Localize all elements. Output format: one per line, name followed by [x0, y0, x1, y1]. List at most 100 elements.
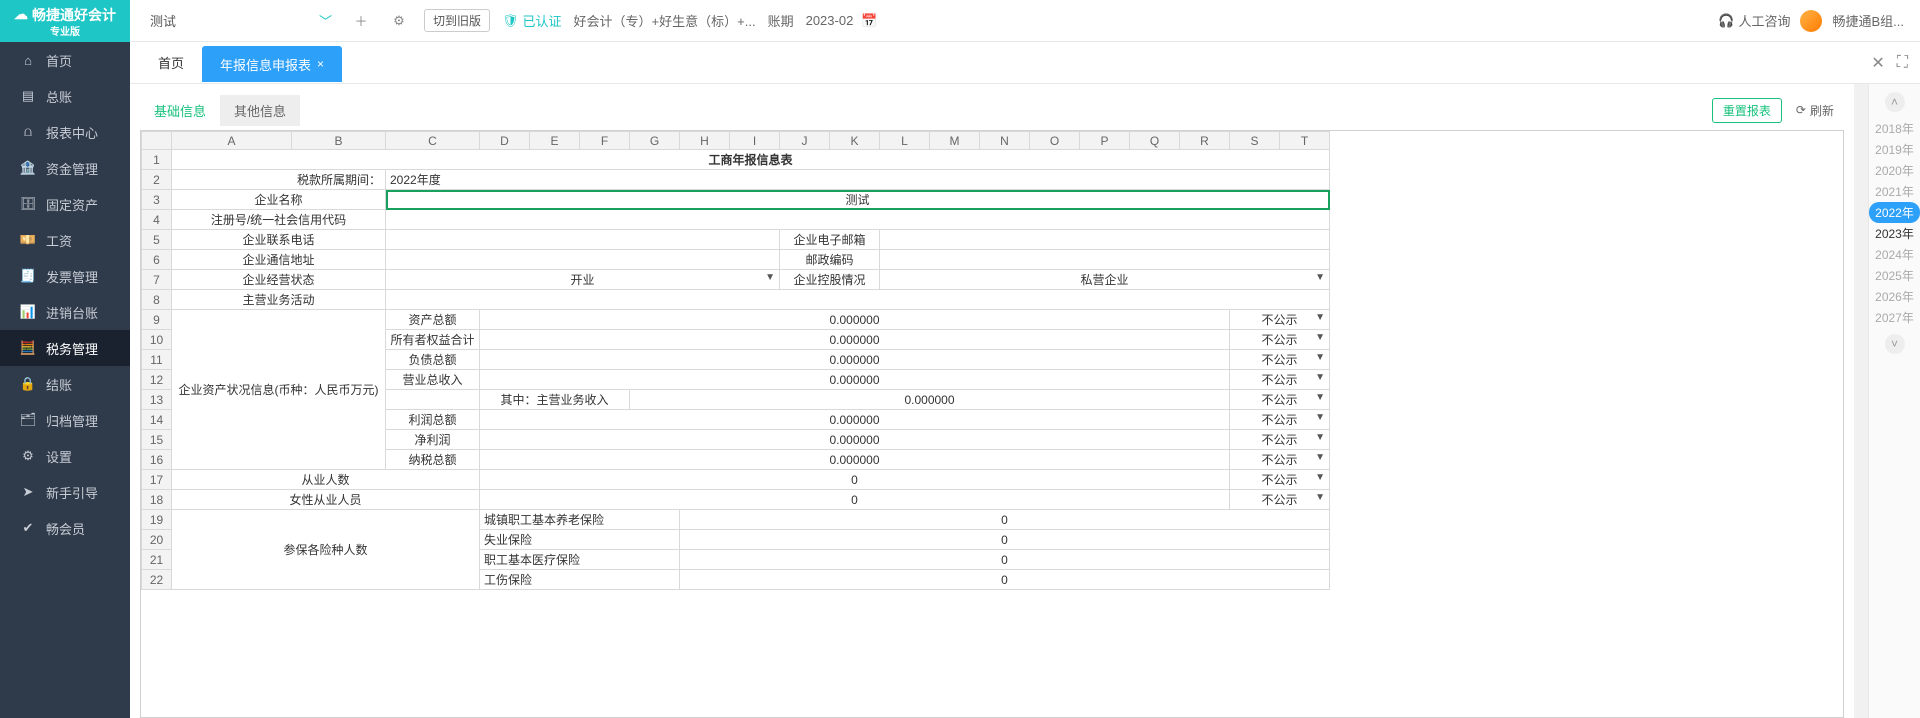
year-option[interactable]: 2023年 — [1869, 223, 1920, 244]
company-select[interactable]: 测试 ﹀ — [146, 7, 336, 35]
col-header[interactable]: L — [880, 132, 930, 150]
value-insurance[interactable]: 0 — [680, 510, 1330, 530]
input-email[interactable] — [880, 230, 1330, 250]
row-header[interactable]: 6 — [142, 250, 172, 270]
year-option[interactable]: 2026年 — [1869, 286, 1920, 307]
value-insurance[interactable]: 0 — [680, 570, 1330, 590]
row-header[interactable]: 9 — [142, 310, 172, 330]
row-header[interactable]: 1 — [142, 150, 172, 170]
input-company-name[interactable]: 测试 — [386, 190, 1330, 210]
corner-cell[interactable] — [142, 132, 172, 150]
value-asset[interactable]: 0.000000 — [480, 310, 1230, 330]
row-header[interactable]: 21 — [142, 550, 172, 570]
select-status[interactable]: 开业▼ — [386, 270, 780, 290]
row-header[interactable]: 17 — [142, 470, 172, 490]
nav-item-7[interactable]: 📊进销台账 — [0, 294, 130, 330]
row-header[interactable]: 16 — [142, 450, 172, 470]
row-header[interactable]: 10 — [142, 330, 172, 350]
select-disclosure[interactable]: 不公示▼ — [1230, 430, 1330, 450]
value-female-emp[interactable]: 0 — [480, 490, 1230, 510]
row-header[interactable]: 11 — [142, 350, 172, 370]
nav-item-11[interactable]: ⚙设置 — [0, 438, 130, 474]
select-disclosure[interactable]: 不公示▼ — [1230, 310, 1330, 330]
nav-item-13[interactable]: ✔畅会员 — [0, 510, 130, 546]
col-header[interactable]: P — [1080, 132, 1130, 150]
nav-item-9[interactable]: 🔒结账 — [0, 366, 130, 402]
nav-item-2[interactable]: ⩍报表中心 — [0, 114, 130, 150]
refresh-button[interactable]: ⟳ 刷新 — [1796, 102, 1834, 119]
row-header[interactable]: 14 — [142, 410, 172, 430]
add-company-button[interactable]: ＋ — [348, 8, 374, 34]
input-postcode[interactable] — [880, 250, 1330, 270]
year-option[interactable]: 2020年 — [1869, 160, 1920, 181]
reset-report-button[interactable]: 重置报表 — [1712, 98, 1782, 123]
row-header[interactable]: 19 — [142, 510, 172, 530]
row-header[interactable]: 2 — [142, 170, 172, 190]
spreadsheet[interactable]: ABCDEFGHIJKLMNOPQRST 1工商年报信息表2税款所属期间：202… — [140, 130, 1844, 718]
select-disclosure[interactable]: 不公示▼ — [1230, 490, 1330, 510]
scrollbar-vertical[interactable] — [1854, 84, 1868, 718]
year-option[interactable]: 2019年 — [1869, 139, 1920, 160]
nav-item-4[interactable]: 🗄固定资产 — [0, 186, 130, 222]
value-asset[interactable]: 0.000000 — [480, 330, 1230, 350]
select-disclosure[interactable]: 不公示▼ — [1230, 470, 1330, 490]
row-header[interactable]: 22 — [142, 570, 172, 590]
year-down-button[interactable]: ˅ — [1885, 334, 1905, 354]
subtab-other[interactable]: 其他信息 — [220, 95, 300, 126]
col-header[interactable]: K — [830, 132, 880, 150]
nav-item-8[interactable]: 🧮税务管理 — [0, 330, 130, 366]
value-insurance[interactable]: 0 — [680, 530, 1330, 550]
col-header[interactable]: T — [1280, 132, 1330, 150]
row-header[interactable]: 18 — [142, 490, 172, 510]
col-header[interactable]: E — [530, 132, 580, 150]
period-value[interactable]: 2023-02 📅 — [806, 13, 878, 29]
col-header[interactable]: M — [930, 132, 980, 150]
col-header[interactable]: R — [1180, 132, 1230, 150]
tab-annual-report[interactable]: 年报信息申报表 × — [202, 46, 342, 82]
settings-button[interactable]: ⚙ — [386, 8, 412, 34]
nav-item-0[interactable]: ⌂首页 — [0, 42, 130, 78]
close-all-button[interactable]: ✕ — [1871, 53, 1884, 73]
select-disclosure[interactable]: 不公示▼ — [1230, 350, 1330, 370]
switch-old-button[interactable]: 切到旧版 — [424, 9, 490, 32]
nav-item-1[interactable]: ▤总账 — [0, 78, 130, 114]
col-header[interactable]: F — [580, 132, 630, 150]
value-asset[interactable]: 0.000000 — [480, 350, 1230, 370]
row-header[interactable]: 5 — [142, 230, 172, 250]
year-option[interactable]: 2027年 — [1869, 307, 1920, 328]
row-header[interactable]: 8 — [142, 290, 172, 310]
value-asset[interactable]: 0.000000 — [480, 430, 1230, 450]
year-option[interactable]: 2018年 — [1869, 118, 1920, 139]
value-employees[interactable]: 0 — [480, 470, 1230, 490]
row-header[interactable]: 7 — [142, 270, 172, 290]
col-header[interactable]: I — [730, 132, 780, 150]
select-disclosure[interactable]: 不公示▼ — [1230, 330, 1330, 350]
row-header[interactable]: 4 — [142, 210, 172, 230]
nav-item-12[interactable]: ➤新手引导 — [0, 474, 130, 510]
nav-item-6[interactable]: 🧾发票管理 — [0, 258, 130, 294]
col-header[interactable]: O — [1030, 132, 1080, 150]
user-name[interactable]: 畅捷通B组... — [1832, 11, 1904, 30]
value-asset[interactable]: 0.000000 — [480, 410, 1230, 430]
col-header[interactable]: S — [1230, 132, 1280, 150]
select-holding[interactable]: 私营企业▼ — [880, 270, 1330, 290]
nav-item-5[interactable]: 💴工资 — [0, 222, 130, 258]
select-disclosure[interactable]: 不公示▼ — [1230, 390, 1330, 410]
col-header[interactable]: H — [680, 132, 730, 150]
row-header[interactable]: 3 — [142, 190, 172, 210]
col-header[interactable]: B — [292, 132, 386, 150]
select-disclosure[interactable]: 不公示▼ — [1230, 370, 1330, 390]
nav-item-3[interactable]: 🏦资金管理 — [0, 150, 130, 186]
value-asset[interactable]: 0.000000 — [480, 450, 1230, 470]
input-phone[interactable] — [386, 230, 780, 250]
col-header[interactable]: N — [980, 132, 1030, 150]
year-option[interactable]: 2022年 — [1869, 202, 1920, 223]
row-header[interactable]: 13 — [142, 390, 172, 410]
col-header[interactable]: Q — [1130, 132, 1180, 150]
col-header[interactable]: G — [630, 132, 680, 150]
nav-item-10[interactable]: 🗂归档管理 — [0, 402, 130, 438]
input-reg-no[interactable] — [386, 210, 1330, 230]
year-option[interactable]: 2021年 — [1869, 181, 1920, 202]
year-option[interactable]: 2024年 — [1869, 244, 1920, 265]
row-header[interactable]: 20 — [142, 530, 172, 550]
